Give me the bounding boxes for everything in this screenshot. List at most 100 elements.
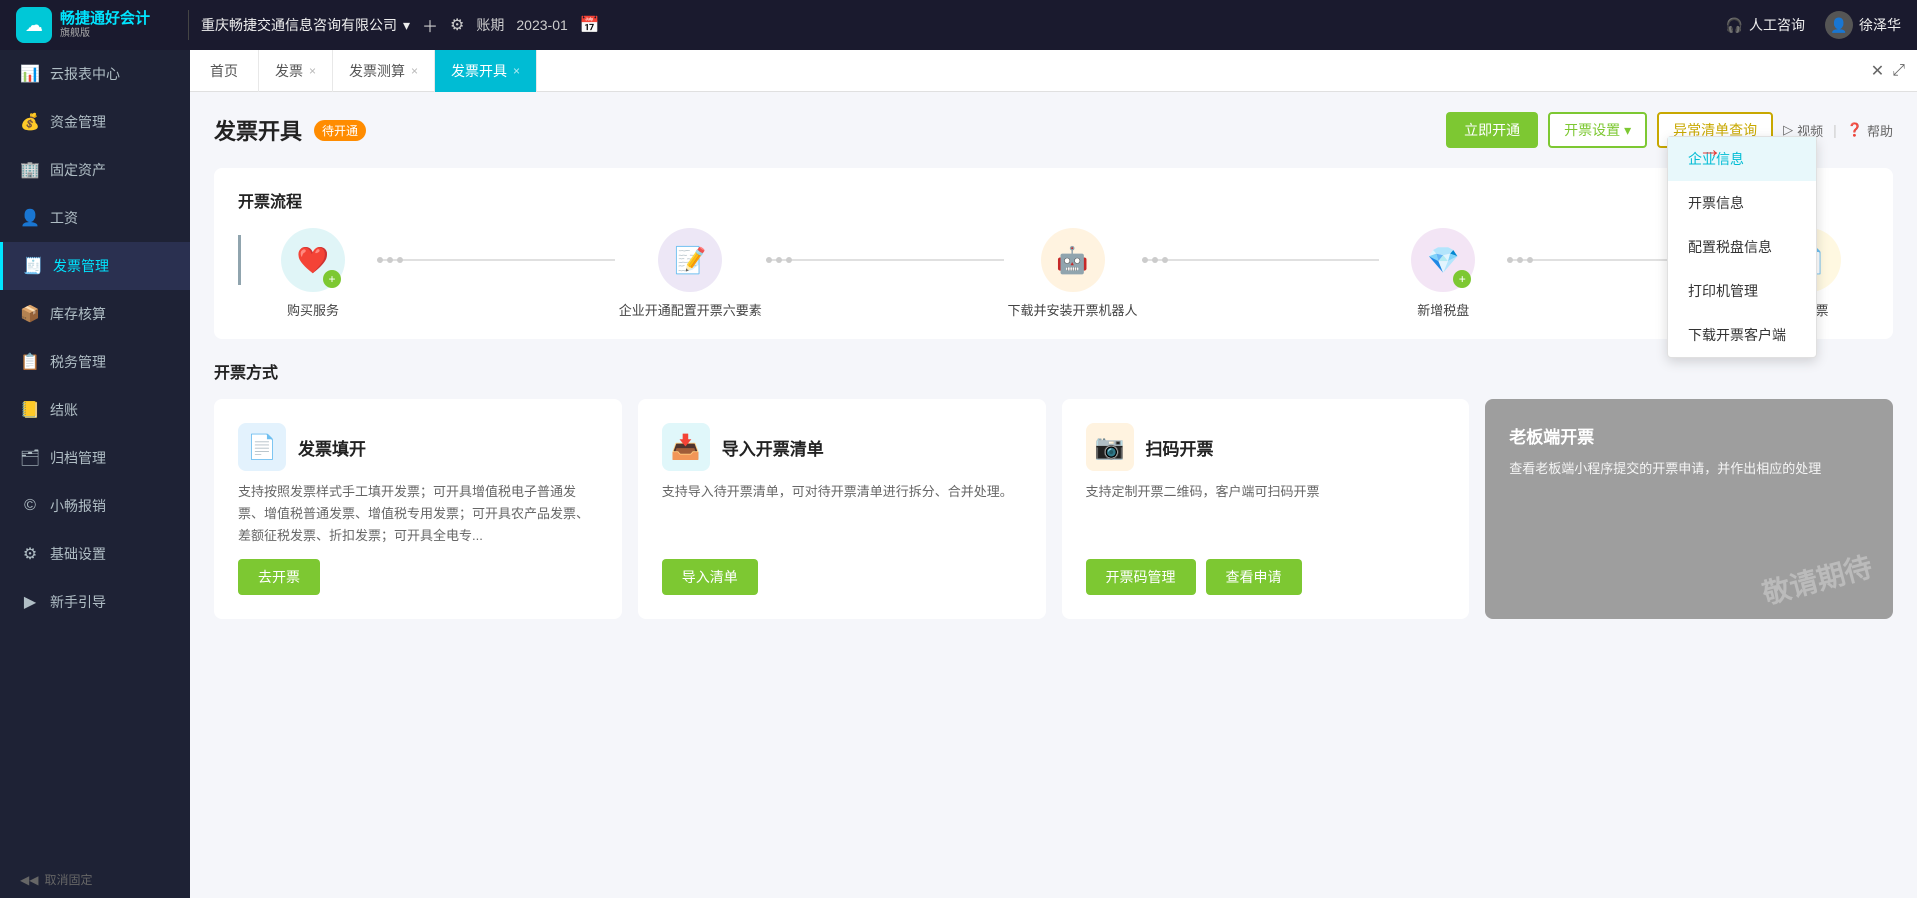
dropdown-item-invoice[interactable]: 开票信息 — [1668, 181, 1816, 225]
sidebar-item-xiaochang[interactable]: © 小畅报销 — [0, 482, 190, 530]
activate-button[interactable]: 立即开通 — [1446, 112, 1538, 148]
sidebar-item-label: 基础设置 — [50, 544, 106, 564]
calendar-icon[interactable]: 📅 — [580, 15, 600, 35]
sidebar-item-shuiwu[interactable]: 📋 税务管理 — [0, 338, 190, 386]
chevron-down-icon: ▾ — [1624, 122, 1631, 139]
import-icon: 📥 — [662, 423, 710, 471]
close-tab-button[interactable]: ✕ — [1871, 61, 1884, 81]
method-card-manual: 📄 发票填开 支持按照发票样式手工填开发票；可开具增值税电子普通发票、增值税普通… — [214, 399, 622, 619]
logo-title: 畅捷通好会计 — [60, 10, 150, 28]
tabs-bar: 首页 发票 × 发票测算 × 发票开具 × ✕ ⤢ — [190, 50, 1917, 92]
human-support-label: 人工咨询 — [1749, 15, 1805, 35]
tab-fapiaokaju[interactable]: 发票开具 × — [435, 50, 537, 92]
page-content: 发票开具 待开通 立即开通 开票设置 ▾ 异常清单查询 ▷ 视频 | — [190, 92, 1917, 898]
sidebar-item-label: 资金管理 — [50, 112, 106, 132]
flow-step-2: 📝 企业开通配置开票六要素 — [619, 228, 762, 319]
sidebar-item-zijin[interactable]: 💰 资金管理 — [0, 98, 190, 146]
flow-step-4: 💎 + 新增税盘 — [1383, 228, 1503, 319]
dropdown-item-download[interactable]: 下载开票客户端 — [1668, 313, 1816, 357]
flow-steps: ❤️ + 购买服务 📝 — [238, 228, 1869, 319]
dropdown-item-printer[interactable]: 打印机管理 — [1668, 269, 1816, 313]
help-button[interactable]: ❓ 帮助 — [1847, 121, 1893, 140]
app-wrapper: ☁ 畅捷通好会计 旗舰版 重庆畅捷交通信息咨询有限公司 ▾ ＋ ⚙ 账期 202… — [0, 0, 1917, 898]
step4-icon: 💎 + — [1411, 228, 1475, 292]
scan-qrcode-button[interactable]: 开票码管理 — [1086, 559, 1196, 595]
cancel-fixed-button[interactable]: ◀◀ 取消固定 — [0, 861, 190, 898]
logo-area: ☁ 畅捷通好会计 旗舰版 — [16, 7, 176, 43]
method-boss-header: 老板端开票 — [1509, 423, 1869, 448]
flow-section: 开票流程 ❤️ + 购买服务 — [214, 168, 1893, 339]
sidebar-item-gongzi[interactable]: 👤 工资 — [0, 194, 190, 242]
sidebar-item-fapiao[interactable]: 🧾 发票管理 — [0, 242, 190, 290]
top-divider — [188, 10, 189, 40]
user-menu[interactable]: 👤 徐泽华 — [1825, 11, 1901, 39]
settings-button[interactable]: ⚙ — [450, 15, 464, 35]
close-icon[interactable]: × — [513, 64, 520, 78]
scan-desc: 支持定制开票二维码，客户端可扫码开票 — [1086, 481, 1446, 549]
tab-fapiao[interactable]: 发票 × — [259, 50, 333, 92]
sidebar-item-jichushezhi[interactable]: ⚙ 基础设置 — [0, 530, 190, 578]
sidebar-item-label: 发票管理 — [53, 256, 109, 276]
import-action-button[interactable]: 导入清单 — [662, 559, 758, 595]
step-line-divider — [238, 235, 241, 285]
jichushezhi-icon: ⚙ — [20, 544, 40, 564]
dropdown-item-taxdisk[interactable]: 配置税盘信息 — [1668, 225, 1816, 269]
close-icon[interactable]: × — [411, 64, 418, 78]
sidebar: 📊 云报表中心 💰 资金管理 🏢 固定资产 👤 工资 🧾 发票管理 — [0, 50, 190, 898]
help-label: 帮助 — [1867, 121, 1893, 140]
sidebar-item-gudingzichan[interactable]: 🏢 固定资产 — [0, 146, 190, 194]
status-badge: 待开通 — [314, 120, 366, 141]
main-area: 📊 云报表中心 💰 资金管理 🏢 固定资产 👤 工资 🧾 发票管理 — [0, 50, 1917, 898]
gongzi-icon: 👤 — [20, 208, 40, 228]
sidebar-item-kucun[interactable]: 📦 库存核算 — [0, 290, 190, 338]
step3-label: 下载并安装开票机器人 — [1008, 300, 1138, 319]
page-header: 发票开具 待开通 立即开通 开票设置 ▾ 异常清单查询 ▷ 视频 | — [214, 112, 1893, 148]
scan-view-button[interactable]: 查看申请 — [1206, 559, 1302, 595]
step-connector-1 — [377, 259, 615, 261]
step3-icon: 🤖 — [1041, 228, 1105, 292]
sidebar-item-guidang[interactable]: 🗂 归档管理 — [0, 434, 190, 482]
gudingzichan-icon: 🏢 — [20, 160, 40, 180]
logo-icon: ☁ — [16, 7, 52, 43]
period-value: 2023-01 — [516, 17, 567, 33]
import-desc: 支持导入待开票清单，可对待开票清单进行拆分、合并处理。 — [662, 481, 1022, 549]
tab-home-label: 首页 — [210, 61, 238, 81]
logo-sub: 旗舰版 — [60, 28, 150, 40]
sidebar-item-label: 小畅报销 — [50, 496, 106, 516]
step1-icon: ❤️ + — [281, 228, 345, 292]
add-company-button[interactable]: ＋ — [422, 13, 438, 37]
dropdown-item-company[interactable]: 企业信息 — [1668, 137, 1816, 181]
scan-icon: 📷 — [1086, 423, 1134, 471]
step4-icon-symbol: 💎 — [1427, 245, 1459, 276]
scan-title: 扫码开票 — [1146, 435, 1214, 460]
maximize-button[interactable]: ⤢ — [1892, 62, 1905, 80]
manual-icon: 📄 — [238, 423, 286, 471]
dropdown-chevron-icon: ▾ — [403, 17, 410, 34]
sidebar-item-xinshouyindao[interactable]: ▶ 新手引导 — [0, 578, 190, 626]
tab-home[interactable]: 首页 — [190, 50, 259, 92]
shuiwu-icon: 📋 — [20, 352, 40, 372]
sidebar-item-label: 结账 — [50, 400, 78, 420]
manual-desc: 支持按照发票样式手工填开发票；可开具增值税电子普通发票、增值税普通发票、增值税专… — [238, 481, 598, 549]
arrow-indicator: → — [1698, 136, 1722, 164]
method-manual-header: 📄 发票填开 — [238, 423, 598, 471]
sidebar-item-label: 库存核算 — [50, 304, 106, 324]
sidebar-item-jiezhang[interactable]: 📒 结账 — [0, 386, 190, 434]
step1-icon-symbol: ❤️ — [297, 245, 329, 276]
boss-title: 老板端开票 — [1509, 423, 1594, 448]
method-scan-header: 📷 扫码开票 — [1086, 423, 1446, 471]
settings-dropdown-menu: 企业信息 开票信息 配置税盘信息 打印机管理 下载开票客户端 — [1667, 136, 1817, 358]
human-support-button[interactable]: 🎧 人工咨询 — [1726, 15, 1805, 35]
close-icon[interactable]: × — [309, 64, 316, 78]
help-circle-icon: ❓ — [1847, 122, 1863, 138]
step4-plus-badge: + — [1453, 270, 1471, 288]
sidebar-item-yunbao[interactable]: 📊 云报表中心 — [0, 50, 190, 98]
manual-action-button[interactable]: 去开票 — [238, 559, 320, 595]
xiaochang-icon: © — [20, 496, 40, 516]
tab-fapiaocesuan[interactable]: 发票测算 × — [333, 50, 435, 92]
settings-dropdown-button[interactable]: 开票设置 ▾ — [1548, 112, 1647, 148]
yunbao-icon: 📊 — [20, 64, 40, 84]
import-title: 导入开票清单 — [722, 435, 824, 460]
company-selector[interactable]: 重庆畅捷交通信息咨询有限公司 ▾ — [201, 15, 410, 35]
top-right: 🎧 人工咨询 👤 徐泽华 — [1726, 11, 1901, 39]
